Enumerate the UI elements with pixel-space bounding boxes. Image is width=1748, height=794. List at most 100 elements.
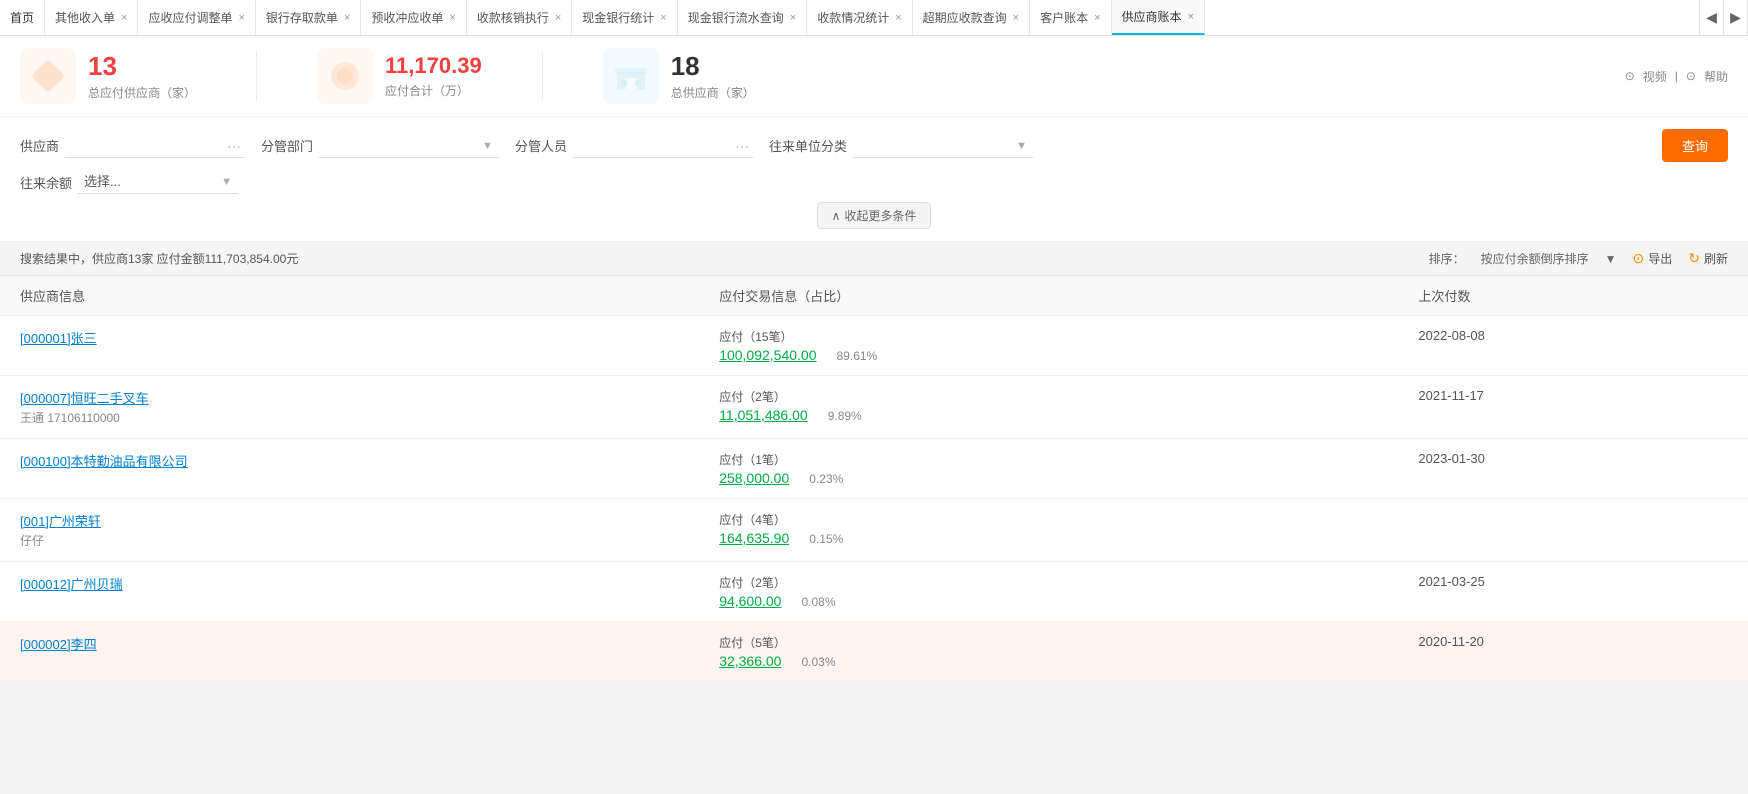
supplier-table: 供应商信息 应付交易信息（占比） 上次付数 [000001]张三应付（15笔）1… [0, 276, 1748, 682]
transaction-amount[interactable]: 164,635.90 [719, 530, 789, 546]
amount-row: 32,366.000.03% [719, 651, 1378, 669]
filter-person: 分管人员 ··· [515, 134, 753, 158]
table-container: 供应商信息 应付交易信息（占比） 上次付数 [000001]张三应付（15笔）1… [0, 276, 1748, 682]
transaction-amount[interactable]: 100,092,540.00 [719, 347, 816, 363]
nav-tab-overdue[interactable]: 超期应收款查询 × [913, 0, 1030, 35]
dept-select[interactable] [319, 134, 499, 158]
transaction-pct: 0.23% [809, 472, 843, 486]
nav-tab-supplier[interactable]: 供应商账本 × [1112, 0, 1205, 35]
nav-tab-home[interactable]: 首页 [0, 0, 45, 35]
transaction-label: 应付（2笔） [719, 574, 1378, 591]
supplier-info-cell: [000002]李四 [0, 622, 699, 682]
refresh-button[interactable]: ↻ 刷新 [1688, 250, 1728, 267]
supplier-link[interactable]: [000007]恒旺二手叉车 [20, 391, 149, 406]
video-link[interactable]: 视频 [1643, 68, 1667, 85]
supplier-link[interactable]: [000002]李四 [20, 637, 97, 652]
supplier-input[interactable] [65, 134, 245, 158]
person-input[interactable] [573, 134, 753, 158]
nav-next-arrow[interactable]: ▶ [1724, 0, 1748, 36]
dept-label: 分管部门 [261, 136, 313, 155]
amount-row: 164,635.90 0.15% [719, 528, 1378, 546]
last-pay-cell: 2020-11-20 [1398, 622, 1748, 682]
nav-tab-cash-flow[interactable]: 现金银行流水查询 × [678, 0, 807, 35]
stat-item-payable-suppliers: 13 总应付供应商（家） [20, 48, 196, 104]
stat-total-suppliers-content: 18 总供应商（家） [671, 51, 755, 101]
supplier-link[interactable]: [001]广州荣轩 [20, 514, 101, 529]
transaction-cell: 应付（15笔） 100,092,540.00 89.61% [699, 316, 1398, 376]
filter-dept: 分管部门 ▼ [261, 134, 499, 158]
refresh-icon: ↻ [1688, 250, 1700, 267]
transaction-label: 应付（4笔） [719, 511, 1378, 528]
stat-divider-2 [542, 51, 543, 101]
amount-row: 100,092,540.00 89.61% [719, 345, 1378, 363]
help-link[interactable]: 帮助 [1704, 68, 1728, 85]
nav-tab-bank[interactable]: 银行存取款单 × [256, 0, 361, 35]
stat-payable-total-number: 11,170.39 [385, 53, 482, 79]
close-icon[interactable]: × [238, 12, 244, 24]
close-icon[interactable]: × [121, 12, 127, 24]
nav-prev-arrow[interactable]: ◀ [1700, 0, 1724, 36]
supplier-link[interactable]: [000100]本特勤油品有限公司 [20, 454, 188, 469]
nav-arrows: ◀ ▶ [1699, 0, 1748, 36]
category-select[interactable] [853, 134, 1033, 158]
nav-tab-customer[interactable]: 客户账本 × [1030, 0, 1111, 35]
close-icon[interactable]: × [790, 12, 796, 24]
close-icon[interactable]: × [1188, 11, 1194, 23]
collapse-label: 收起更多条件 [844, 207, 916, 224]
stat-payable-total-content: 11,170.39 应付合计（万） [385, 53, 482, 98]
refresh-label: 刷新 [1704, 250, 1728, 267]
nav-tab-prepay[interactable]: 预收冲应收单 × [361, 0, 466, 35]
close-icon[interactable]: × [1013, 12, 1019, 24]
collapse-up-icon: ∧ [832, 209, 841, 223]
collapse-button[interactable]: ∧ 收起更多条件 [817, 202, 932, 229]
table-row: [000100]本特勤油品有限公司应付（1笔）258,000.000.23%20… [0, 439, 1748, 499]
close-icon[interactable]: × [895, 12, 901, 24]
table-row: [000012]广州贝瑞应付（2笔）94,600.000.08%2021-03-… [0, 562, 1748, 622]
nav-tab-adjust[interactable]: 应收应付调整单 × [138, 0, 255, 35]
close-icon[interactable]: × [660, 12, 666, 24]
supplier-link[interactable]: [000012]广州贝瑞 [20, 577, 123, 592]
supplier-contact: 仔仔 [20, 532, 679, 549]
search-button[interactable]: 查询 [1662, 129, 1728, 162]
close-icon[interactable]: × [344, 12, 350, 24]
supplier-info-cell: [001]广州荣轩仔仔 [0, 499, 699, 562]
category-select-wrap: ▼ [853, 134, 1033, 158]
export-button[interactable]: ⊙ 导出 [1633, 250, 1673, 267]
transaction-cell: 应付（2笔） 94,600.00 0.08% [699, 562, 1398, 622]
stat-total-suppliers-number: 18 [671, 51, 755, 82]
sort-value[interactable]: 按应付余额倒序排序 [1481, 250, 1589, 267]
nav-tab-other-income[interactable]: 其他收入单 × [45, 0, 138, 35]
transaction-pct: 0.15% [809, 532, 843, 546]
transaction-cell: 应付（4笔） 164,635.90 0.15% [699, 499, 1398, 562]
person-label: 分管人员 [515, 136, 567, 155]
person-input-wrap: ··· [573, 134, 753, 158]
col-supplier-info: 供应商信息 [0, 276, 699, 316]
stat-item-payable-total: 11,170.39 应付合计（万） [317, 48, 482, 104]
supplier-link[interactable]: [000001]张三 [20, 331, 97, 346]
export-icon: ⊙ [1633, 250, 1645, 267]
transaction-amount[interactable]: 94,600.00 [719, 593, 781, 609]
balance-label: 往来余额 [20, 173, 72, 192]
close-icon[interactable]: × [555, 12, 561, 24]
nav-tab-receipt-stat[interactable]: 收款情况统计 × [807, 0, 912, 35]
transaction-pct: 0.08% [801, 595, 835, 609]
transaction-amount[interactable]: 258,000.00 [719, 470, 789, 486]
table-row: [000007]恒旺二手叉车王通 17106110000应付（2笔）11,051… [0, 376, 1748, 439]
transaction-label: 应付（15笔） [719, 328, 1378, 345]
filter-bar: 供应商 ··· 分管部门 ▼ 分管人员 ··· 往来单位分类 [0, 117, 1748, 242]
result-text: 搜索结果中，供应商13家 应付金额111,703,854.00元 [20, 250, 298, 267]
supplier-label: 供应商 [20, 136, 59, 155]
nav-tab-verify[interactable]: 收款核销执行 × [467, 0, 572, 35]
balance-select[interactable]: 选择... [78, 170, 238, 194]
transaction-amount[interactable]: 11,051,486.00 [719, 407, 808, 423]
transaction-amount[interactable]: 32,366.00 [719, 653, 781, 669]
transaction-pct: 89.61% [837, 349, 878, 363]
close-icon[interactable]: × [449, 12, 455, 24]
nav-tab-cash-stat[interactable]: 现金银行统计 × [572, 0, 677, 35]
result-bar: 搜索结果中，供应商13家 应付金额111,703,854.00元 排序： 按应付… [0, 242, 1748, 276]
supplier-info-cell: [000100]本特勤油品有限公司 [0, 439, 699, 499]
table-body: [000001]张三 应付（15笔） 100,092,540.00 89.61% 202… [0, 316, 1748, 682]
close-icon[interactable]: × [1094, 12, 1100, 24]
supplier-contact: 王通 17106110000 [20, 409, 679, 426]
table-header: 供应商信息 应付交易信息（占比） 上次付数 [0, 276, 1748, 316]
